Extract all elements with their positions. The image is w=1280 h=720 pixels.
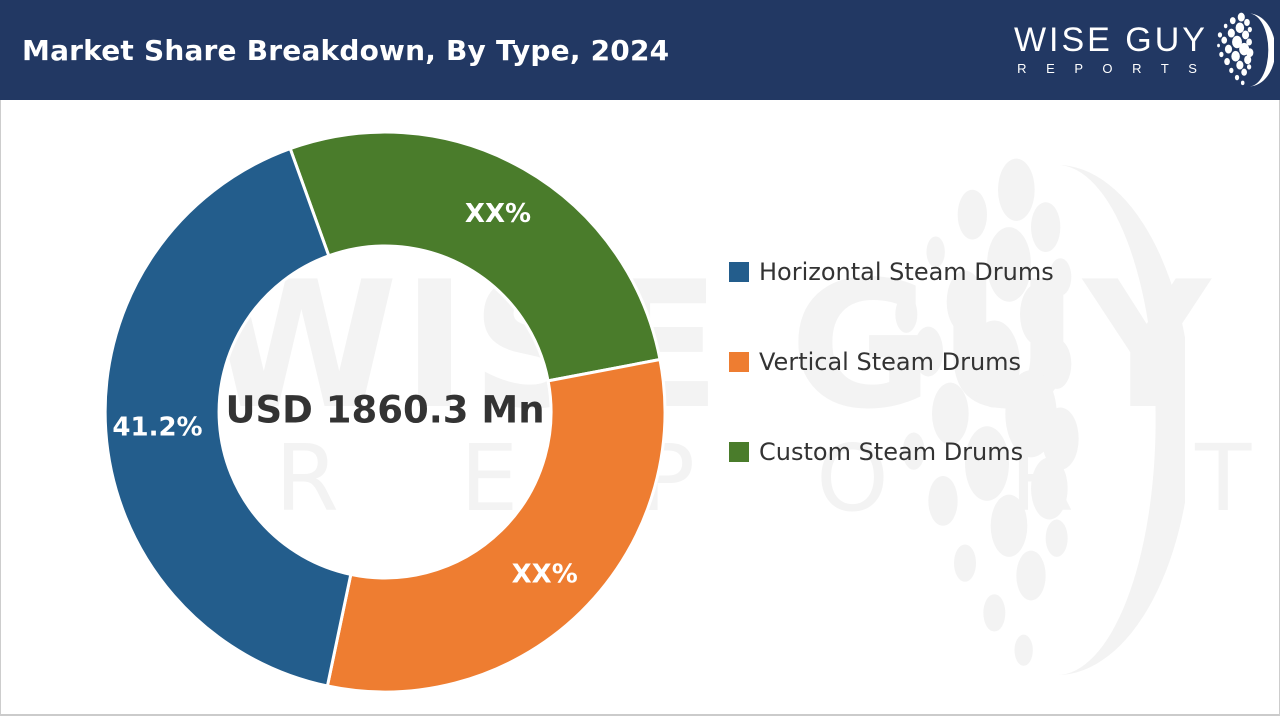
- legend-swatch-green: [729, 442, 749, 462]
- page-title: Market Share Breakdown, By Type, 2024: [22, 33, 670, 67]
- legend-item-vertical-steam-drums: Vertical Steam Drums: [729, 348, 1054, 376]
- report-chart-page: Market Share Breakdown, By Type, 2024 WI…: [0, 0, 1280, 720]
- legend-item-horizontal-steam-drums: Horizontal Steam Drums: [729, 258, 1054, 286]
- donut-center-value: USD 1860.3 Mn: [225, 388, 545, 432]
- legend-label: Custom Steam Drums: [759, 438, 1024, 466]
- wise-guy-reports-logo: WISE GUY R E P O R T S: [1014, 10, 1280, 90]
- donut-slice-custom-steam-drums: [288, 130, 662, 383]
- slice-label-horizontal-steam-drums: 41.2%: [112, 413, 202, 443]
- logo-text: WISE GUY R E P O R T S: [1014, 22, 1208, 78]
- legend-swatch-blue: [729, 262, 749, 282]
- dotted-face-icon: [1217, 12, 1274, 87]
- logo-subtitle: R E P O R T S: [1017, 61, 1205, 76]
- slice-label-custom-steam-drums: XX%: [465, 199, 531, 229]
- header-bar: Market Share Breakdown, By Type, 2024 WI…: [0, 0, 1280, 100]
- legend-label: Horizontal Steam Drums: [759, 258, 1054, 286]
- legend-swatch-orange: [729, 352, 749, 372]
- legend-label: Vertical Steam Drums: [759, 348, 1022, 376]
- slice-label-vertical-steam-drums: XX%: [512, 560, 578, 590]
- chart-legend: Horizontal Steam Drums Vertical Steam Dr…: [729, 258, 1054, 528]
- legend-item-custom-steam-drums: Custom Steam Drums: [729, 438, 1054, 466]
- logo-wordmark: WISE GUY: [1013, 21, 1208, 59]
